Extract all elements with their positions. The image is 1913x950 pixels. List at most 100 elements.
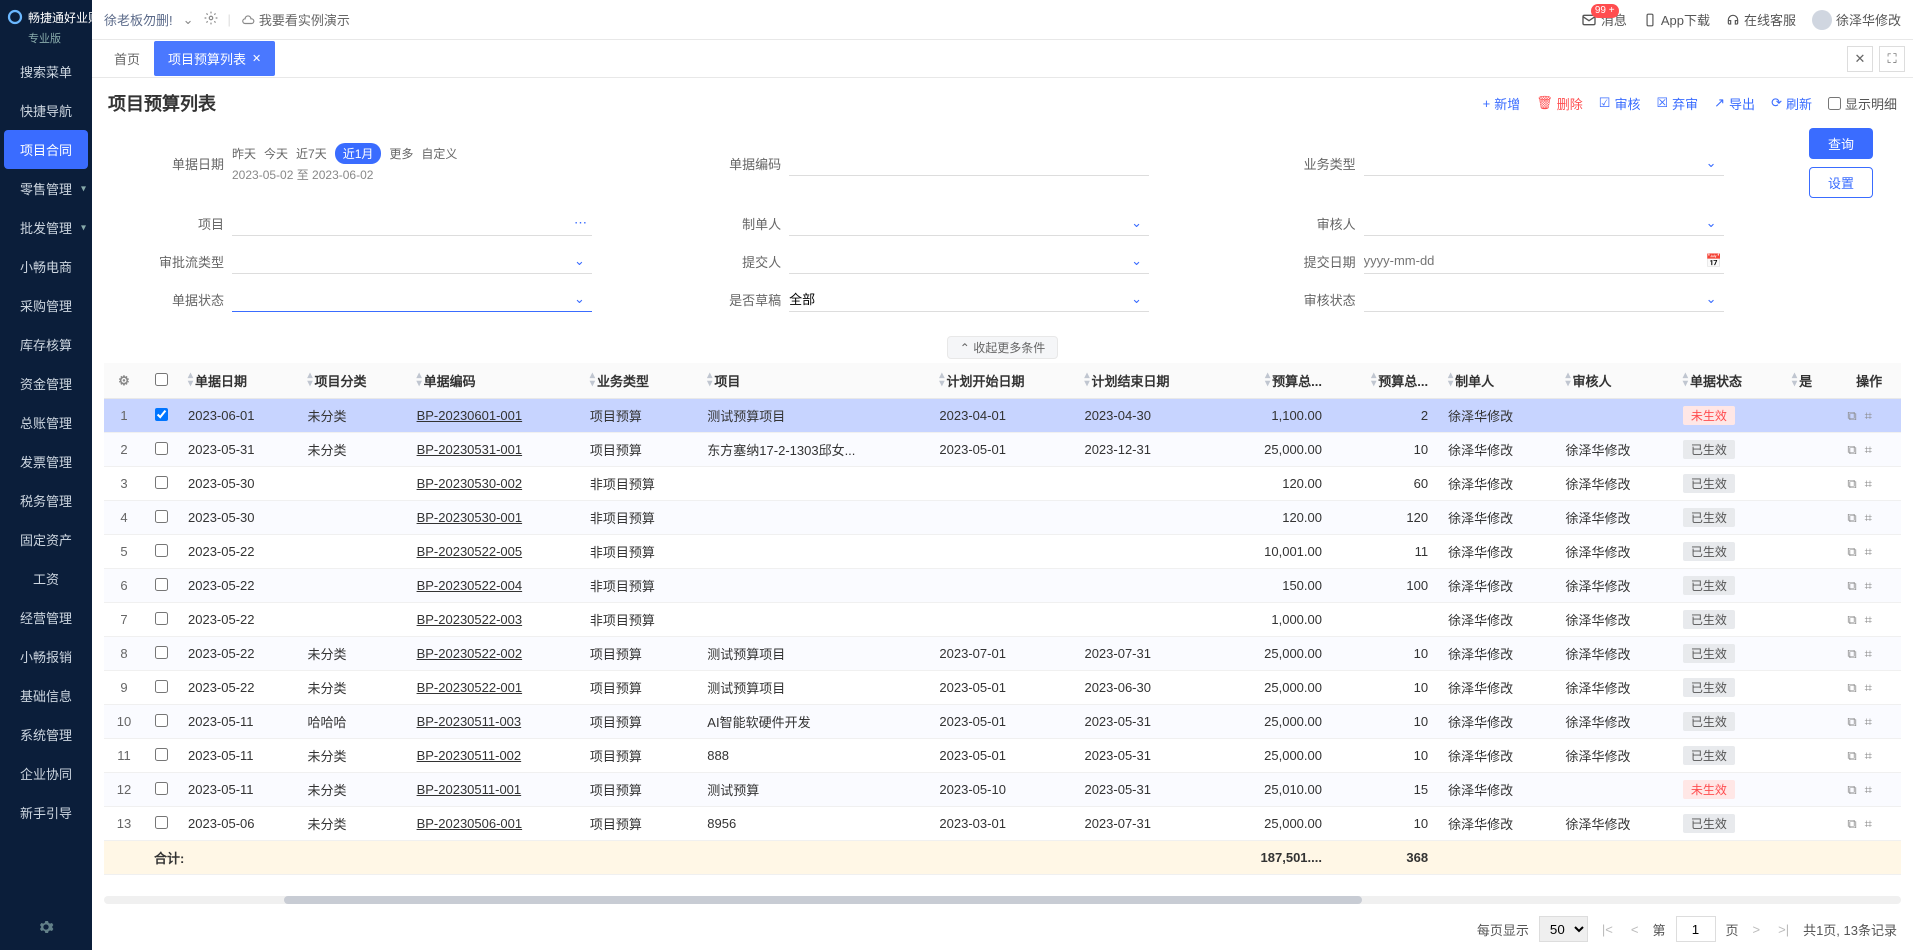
- filter-draft-select[interactable]: [789, 286, 1149, 312]
- table-row[interactable]: 32023-05-30BP-20230530-002非项目预算120.0060徐…: [104, 467, 1901, 501]
- table-row[interactable]: 82023-05-22未分类BP-20230522-002项目预算测试预算项目2…: [104, 637, 1901, 671]
- cell-code[interactable]: BP-20230522-005: [407, 535, 580, 569]
- sidebar-item[interactable]: 小畅报销: [0, 637, 92, 676]
- sidebar-item[interactable]: 项目合同: [4, 130, 88, 169]
- table-row[interactable]: 52023-05-22BP-20230522-005非项目预算10,001.00…: [104, 535, 1901, 569]
- sidebar-item[interactable]: 新手引导: [0, 793, 92, 832]
- filter-submitter-select[interactable]: [789, 248, 1149, 274]
- date-chip-more[interactable]: 更多: [389, 145, 413, 162]
- view-icon[interactable]: ⧉: [1847, 816, 1856, 832]
- qr-icon[interactable]: ⌗: [1865, 578, 1872, 594]
- filter-submit-date-input[interactable]: [1364, 248, 1724, 274]
- row-checkbox[interactable]: [144, 467, 178, 501]
- prev-page-button[interactable]: <: [1627, 922, 1643, 937]
- row-checkbox[interactable]: [144, 807, 178, 841]
- table-row[interactable]: 12023-06-01未分类BP-20230601-001项目预算测试预算项目2…: [104, 399, 1901, 433]
- filter-auditor-select[interactable]: [1364, 210, 1724, 236]
- row-checkbox[interactable]: [144, 773, 178, 807]
- table-row[interactable]: 72023-05-22BP-20230522-003非项目预算1,000.00徐…: [104, 603, 1901, 637]
- view-icon[interactable]: ⧉: [1847, 476, 1856, 492]
- cell-code[interactable]: BP-20230530-002: [407, 467, 580, 501]
- row-checkbox[interactable]: [144, 739, 178, 773]
- cell-code[interactable]: BP-20230522-003: [407, 603, 580, 637]
- tab-budget-list[interactable]: 项目预算列表 ✕: [154, 41, 275, 76]
- view-icon[interactable]: ⧉: [1847, 442, 1856, 458]
- view-icon[interactable]: ⧉: [1847, 578, 1856, 594]
- row-checkbox[interactable]: [144, 399, 178, 433]
- customer-service-action[interactable]: 在线客服: [1726, 10, 1796, 29]
- audit-button[interactable]: ☑审核: [1599, 94, 1641, 113]
- filter-flow-select[interactable]: [232, 248, 592, 274]
- first-page-button[interactable]: |<: [1598, 922, 1617, 937]
- user-menu[interactable]: 徐泽华修改: [1812, 10, 1901, 30]
- view-icon[interactable]: ⧉: [1847, 748, 1856, 764]
- collapse-filters[interactable]: ⌃ 收起更多条件: [947, 336, 1058, 359]
- sidebar-item[interactable]: 小畅电商: [0, 247, 92, 286]
- col-status[interactable]: ▴▾单据状态: [1673, 363, 1782, 399]
- select-all-checkbox[interactable]: [144, 363, 178, 399]
- tab-close-all[interactable]: ✕: [1847, 46, 1873, 72]
- col-code[interactable]: ▴▾单据编码: [407, 363, 580, 399]
- col-total1[interactable]: ▴▾预算总...: [1220, 363, 1332, 399]
- table-row[interactable]: 62023-05-22BP-20230522-004非项目预算150.00100…: [104, 569, 1901, 603]
- next-page-button[interactable]: >: [1749, 922, 1765, 937]
- cell-code[interactable]: BP-20230522-001: [407, 671, 580, 705]
- date-chip-7d[interactable]: 近7天: [296, 145, 327, 162]
- view-icon[interactable]: ⧉: [1847, 544, 1856, 560]
- sidebar-item[interactable]: 搜索菜单: [0, 52, 92, 91]
- sidebar-item[interactable]: 资金管理: [0, 364, 92, 403]
- table-row[interactable]: 102023-05-11哈哈哈BP-20230511-003项目预算AI智能软硬…: [104, 705, 1901, 739]
- sidebar-item[interactable]: 税务管理: [0, 481, 92, 520]
- qr-icon[interactable]: ⌗: [1865, 714, 1872, 730]
- qr-icon[interactable]: ⌗: [1865, 748, 1872, 764]
- filter-btype-select[interactable]: [1364, 150, 1724, 176]
- col-date[interactable]: ▴▾单据日期: [178, 363, 297, 399]
- filter-audit-status-select[interactable]: [1364, 286, 1724, 312]
- table-row[interactable]: 22023-05-31未分类BP-20230531-001项目预算东方塞纳17-…: [104, 433, 1901, 467]
- row-checkbox[interactable]: [144, 569, 178, 603]
- col-start[interactable]: ▴▾计划开始日期: [929, 363, 1074, 399]
- sidebar-item[interactable]: 经营管理: [0, 598, 92, 637]
- search-button[interactable]: 查询: [1809, 128, 1873, 159]
- tab-home[interactable]: 首页: [100, 41, 154, 76]
- view-icon[interactable]: ⧉: [1847, 408, 1856, 424]
- last-page-button[interactable]: >|: [1774, 922, 1793, 937]
- row-checkbox[interactable]: [144, 637, 178, 671]
- table-row[interactable]: 42023-05-30BP-20230530-001非项目预算120.00120…: [104, 501, 1901, 535]
- qr-icon[interactable]: ⌗: [1865, 408, 1872, 424]
- cell-code[interactable]: BP-20230522-004: [407, 569, 580, 603]
- page-input[interactable]: [1676, 916, 1716, 942]
- cell-code[interactable]: BP-20230511-002: [407, 739, 580, 773]
- filter-proj-input[interactable]: [232, 210, 592, 236]
- perpage-select[interactable]: 50: [1539, 916, 1588, 942]
- col-auditor[interactable]: ▴▾审核人: [1556, 363, 1673, 399]
- filter-maker-select[interactable]: [789, 210, 1149, 236]
- demo-link[interactable]: 我要看实例演示: [241, 10, 350, 29]
- table-row[interactable]: 132023-05-06未分类BP-20230506-001项目预算895620…: [104, 807, 1901, 841]
- sidebar-item[interactable]: 快捷导航: [0, 91, 92, 130]
- filter-status-select[interactable]: [232, 286, 592, 312]
- qr-icon[interactable]: ⌗: [1865, 476, 1872, 492]
- col-total2[interactable]: ▴▾预算总...: [1332, 363, 1438, 399]
- col-extra[interactable]: ▴▾是: [1782, 363, 1837, 399]
- table-row[interactable]: 112023-05-11未分类BP-20230511-002项目预算888202…: [104, 739, 1901, 773]
- col-maker[interactable]: ▴▾制单人: [1438, 363, 1555, 399]
- export-button[interactable]: ↗导出: [1714, 94, 1755, 113]
- filter-code-input[interactable]: [789, 150, 1149, 176]
- gear-icon[interactable]: [204, 11, 218, 28]
- row-checkbox[interactable]: [144, 433, 178, 467]
- fullscreen-icon[interactable]: ⛶: [1879, 46, 1905, 72]
- cell-code[interactable]: BP-20230522-002: [407, 637, 580, 671]
- qr-icon[interactable]: ⌗: [1865, 612, 1872, 628]
- qr-icon[interactable]: ⌗: [1865, 680, 1872, 696]
- delete-button[interactable]: 🗑删除: [1536, 94, 1583, 113]
- cell-code[interactable]: BP-20230511-003: [407, 705, 580, 739]
- cell-code[interactable]: BP-20230506-001: [407, 807, 580, 841]
- date-chip-1m[interactable]: 近1月: [335, 143, 382, 164]
- col-end[interactable]: ▴▾计划结束日期: [1074, 363, 1219, 399]
- date-chip-yesterday[interactable]: 昨天: [232, 145, 256, 162]
- view-icon[interactable]: ⧉: [1847, 612, 1856, 628]
- chevron-down-icon[interactable]: ⌄: [183, 12, 194, 28]
- horizontal-scrollbar[interactable]: [104, 896, 1901, 904]
- cell-code[interactable]: BP-20230511-001: [407, 773, 580, 807]
